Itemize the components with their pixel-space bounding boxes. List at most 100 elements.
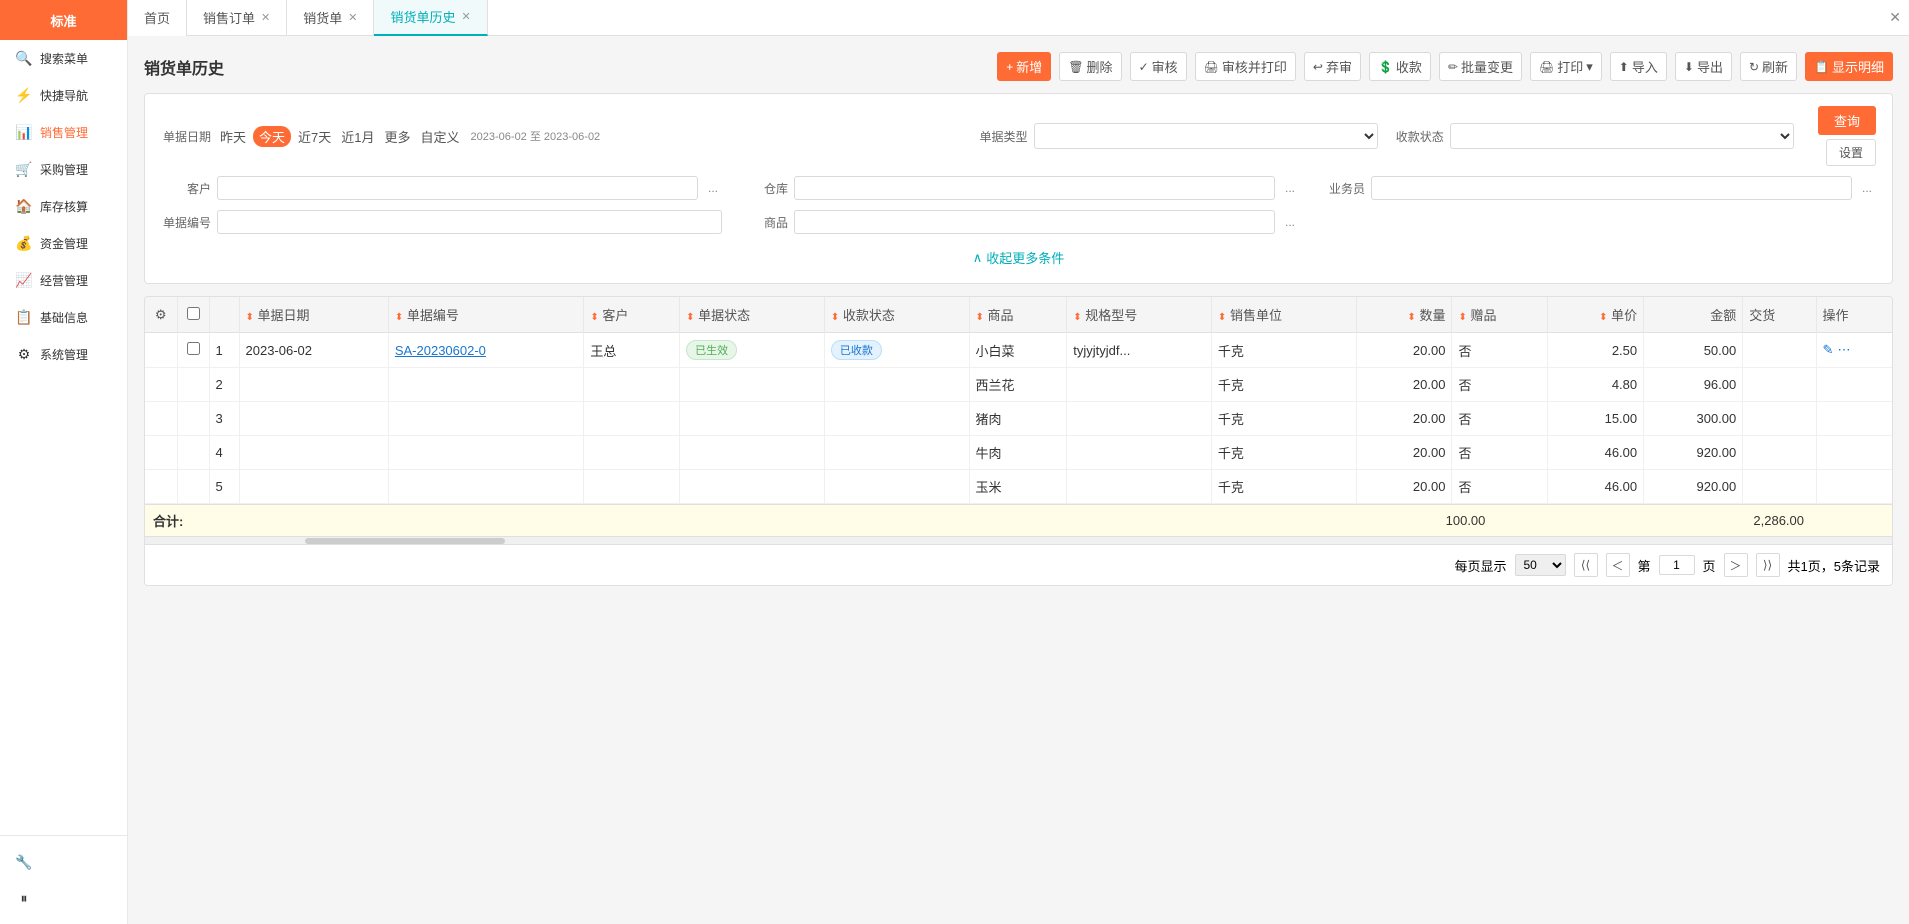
row-number: 1 <box>209 333 239 368</box>
sidebar-bottom-item-2[interactable]: ⏸ <box>0 880 127 916</box>
abandon-button[interactable]: ↩ 弃审 <box>1304 52 1361 81</box>
tab-sales-delivery[interactable]: 销货单 ✕ <box>287 0 374 36</box>
first-page-button[interactable]: ⟨⟨ <box>1574 553 1598 577</box>
collapse-button[interactable]: ∧ 收起更多条件 <box>161 244 1876 271</box>
cell-goods: 猪肉 <box>969 402 1067 436</box>
sidebar-item-purchase[interactable]: 🛒 采购管理 <box>0 151 127 188</box>
th-settings[interactable]: ⚙ <box>145 297 177 333</box>
th-goods[interactable]: ⬍ 商品 <box>969 297 1067 333</box>
warehouse-input[interactable] <box>794 176 1275 200</box>
cell-doc-number[interactable] <box>388 402 583 436</box>
th-doc-status[interactable]: ⬍ 单据状态 <box>680 297 825 333</box>
delete-button[interactable]: 🗑 删除 <box>1059 52 1121 81</box>
warehouse-ellipsis-button[interactable]: ... <box>1281 179 1299 197</box>
sidebar-item-search[interactable]: 🔍 搜索菜单 <box>0 40 127 77</box>
print-button[interactable]: 🖨 打印 ▾ <box>1530 52 1602 81</box>
sidebar-item-inventory[interactable]: 🏠 库存核算 <box>0 188 127 225</box>
shortcut-yesterday[interactable]: 昨天 <box>217 126 249 147</box>
doc-number-input[interactable] <box>217 210 722 234</box>
cell-doc-number[interactable]: SA-20230602-0 <box>388 333 583 368</box>
new-button[interactable]: + 新增 <box>997 52 1051 81</box>
edit-icon[interactable]: ✎ <box>1823 342 1834 358</box>
setting-button[interactable]: 设置 <box>1826 139 1876 166</box>
th-customer[interactable]: ⬍ 客户 <box>584 297 680 333</box>
customer-ellipsis-button[interactable]: ... <box>704 179 722 197</box>
approve-button[interactable]: ✓ 审核 <box>1130 52 1187 81</box>
tab-sales-history-label: 销货单历史 <box>390 7 455 26</box>
th-quantity[interactable]: ⬍ 数量 <box>1356 297 1452 333</box>
print-icon: 🖨 <box>1539 60 1554 74</box>
query-button[interactable]: 查询 <box>1818 106 1876 135</box>
salesperson-input[interactable] <box>1371 176 1852 200</box>
cell-doc-number[interactable] <box>388 368 583 402</box>
doc-number-link[interactable]: SA-20230602-0 <box>395 343 486 358</box>
salesperson-ellipsis-button[interactable]: ... <box>1858 179 1876 197</box>
th-doc-date[interactable]: ⬍ 单据日期 <box>239 297 388 333</box>
row-select-checkbox[interactable] <box>187 342 200 355</box>
page-size-select[interactable]: 50 100 <box>1515 554 1566 576</box>
horizontal-scrollbar[interactable] <box>145 536 1892 544</box>
payment-status-select[interactable] <box>1450 123 1794 149</box>
row-checkbox[interactable] <box>177 436 209 470</box>
tab-sales-order[interactable]: 销售订单 ✕ <box>187 0 287 36</box>
row-number: 5 <box>209 470 239 504</box>
customer-input[interactable] <box>217 176 698 200</box>
last-page-button[interactable]: ⟩⟩ <box>1756 553 1780 577</box>
tab-home[interactable]: 首页 <box>128 0 187 36</box>
approve-print-button[interactable]: 🖨 审核并打印 <box>1195 52 1296 81</box>
tabs-bar-close[interactable]: ✕ <box>1889 9 1909 26</box>
cell-gift: 否 <box>1452 402 1548 436</box>
sidebar-item-finance[interactable]: 💰 资金管理 <box>0 225 127 262</box>
goods-ellipsis-button[interactable]: ... <box>1281 213 1299 231</box>
tab-sales-history[interactable]: 销货单历史 ✕ <box>374 0 487 36</box>
sidebar-item-operations[interactable]: 📈 经营管理 <box>0 262 127 299</box>
tab-sales-order-close[interactable]: ✕ <box>261 11 270 24</box>
page-number-input[interactable] <box>1659 555 1695 575</box>
batch-change-button[interactable]: ✏ 批量变更 <box>1439 52 1522 81</box>
next-page-button[interactable]: ＞ <box>1724 553 1748 577</box>
shortcut-custom[interactable]: 自定义 <box>418 126 463 147</box>
sidebar-bottom-item-1[interactable]: 🔧 <box>0 844 127 880</box>
more-actions-icon[interactable]: ⋯ <box>1837 342 1850 358</box>
th-spec[interactable]: ⬍ 规格型号 <box>1067 297 1212 333</box>
sidebar-item-basic-info[interactable]: 📋 基础信息 <box>0 299 127 336</box>
shortcut-7days[interactable]: 近7天 <box>295 126 334 147</box>
tab-sales-delivery-close[interactable]: ✕ <box>348 11 357 24</box>
shortcut-1month[interactable]: 近1月 <box>338 126 377 147</box>
sidebar-item-quick-nav[interactable]: ⚡ 快捷导航 <box>0 77 127 114</box>
shortcut-more[interactable]: 更多 <box>382 126 414 147</box>
row-checkbox[interactable] <box>177 368 209 402</box>
import-button[interactable]: ⬆ 导入 <box>1610 52 1667 81</box>
refresh-button[interactable]: ↻ 刷新 <box>1740 52 1797 81</box>
row-checkbox[interactable] <box>177 470 209 504</box>
prev-page-button[interactable]: ＜ <box>1606 553 1630 577</box>
export-button[interactable]: ⬇ 导出 <box>1675 52 1732 81</box>
show-detail-button[interactable]: 📋 显示明细 <box>1805 52 1893 81</box>
tab-sales-history-close[interactable]: ✕ <box>462 10 471 23</box>
row-checkbox[interactable] <box>177 333 209 368</box>
cell-payment-status: 已收款 <box>824 333 969 368</box>
collect-button[interactable]: 💲 收款 <box>1369 52 1431 81</box>
doc-type-select[interactable] <box>1034 123 1378 149</box>
select-all-checkbox[interactable] <box>187 307 200 320</box>
cell-doc-number[interactable] <box>388 470 583 504</box>
th-sales-unit[interactable]: ⬍ 销售单位 <box>1211 297 1356 333</box>
shortcut-today[interactable]: 今天 <box>253 126 291 147</box>
table-row: 4牛肉千克20.00否46.00920.00 <box>145 436 1892 470</box>
sidebar-item-system[interactable]: ⚙ 系统管理 <box>0 336 127 373</box>
th-doc-number[interactable]: ⬍ 单据编号 <box>388 297 583 333</box>
cell-transaction <box>1743 436 1816 470</box>
th-unit-price[interactable]: ⬍ 单价 <box>1548 297 1644 333</box>
sidebar-item-sales[interactable]: 📊 销售管理 <box>0 114 127 151</box>
cell-doc-status <box>680 368 825 402</box>
th-checkbox[interactable] <box>177 297 209 333</box>
cell-doc-number[interactable] <box>388 436 583 470</box>
th-gift[interactable]: ⬍ 赠品 <box>1452 297 1548 333</box>
close-all-icon[interactable]: ✕ <box>1889 9 1901 25</box>
table-row: 3猪肉千克20.00否15.00300.00 <box>145 402 1892 436</box>
goods-input[interactable] <box>794 210 1275 234</box>
sort-icon: ⬍ <box>686 312 694 323</box>
row-checkbox[interactable] <box>177 402 209 436</box>
th-payment-status[interactable]: ⬍ 收款状态 <box>824 297 969 333</box>
scrollbar-thumb[interactable] <box>305 538 505 544</box>
